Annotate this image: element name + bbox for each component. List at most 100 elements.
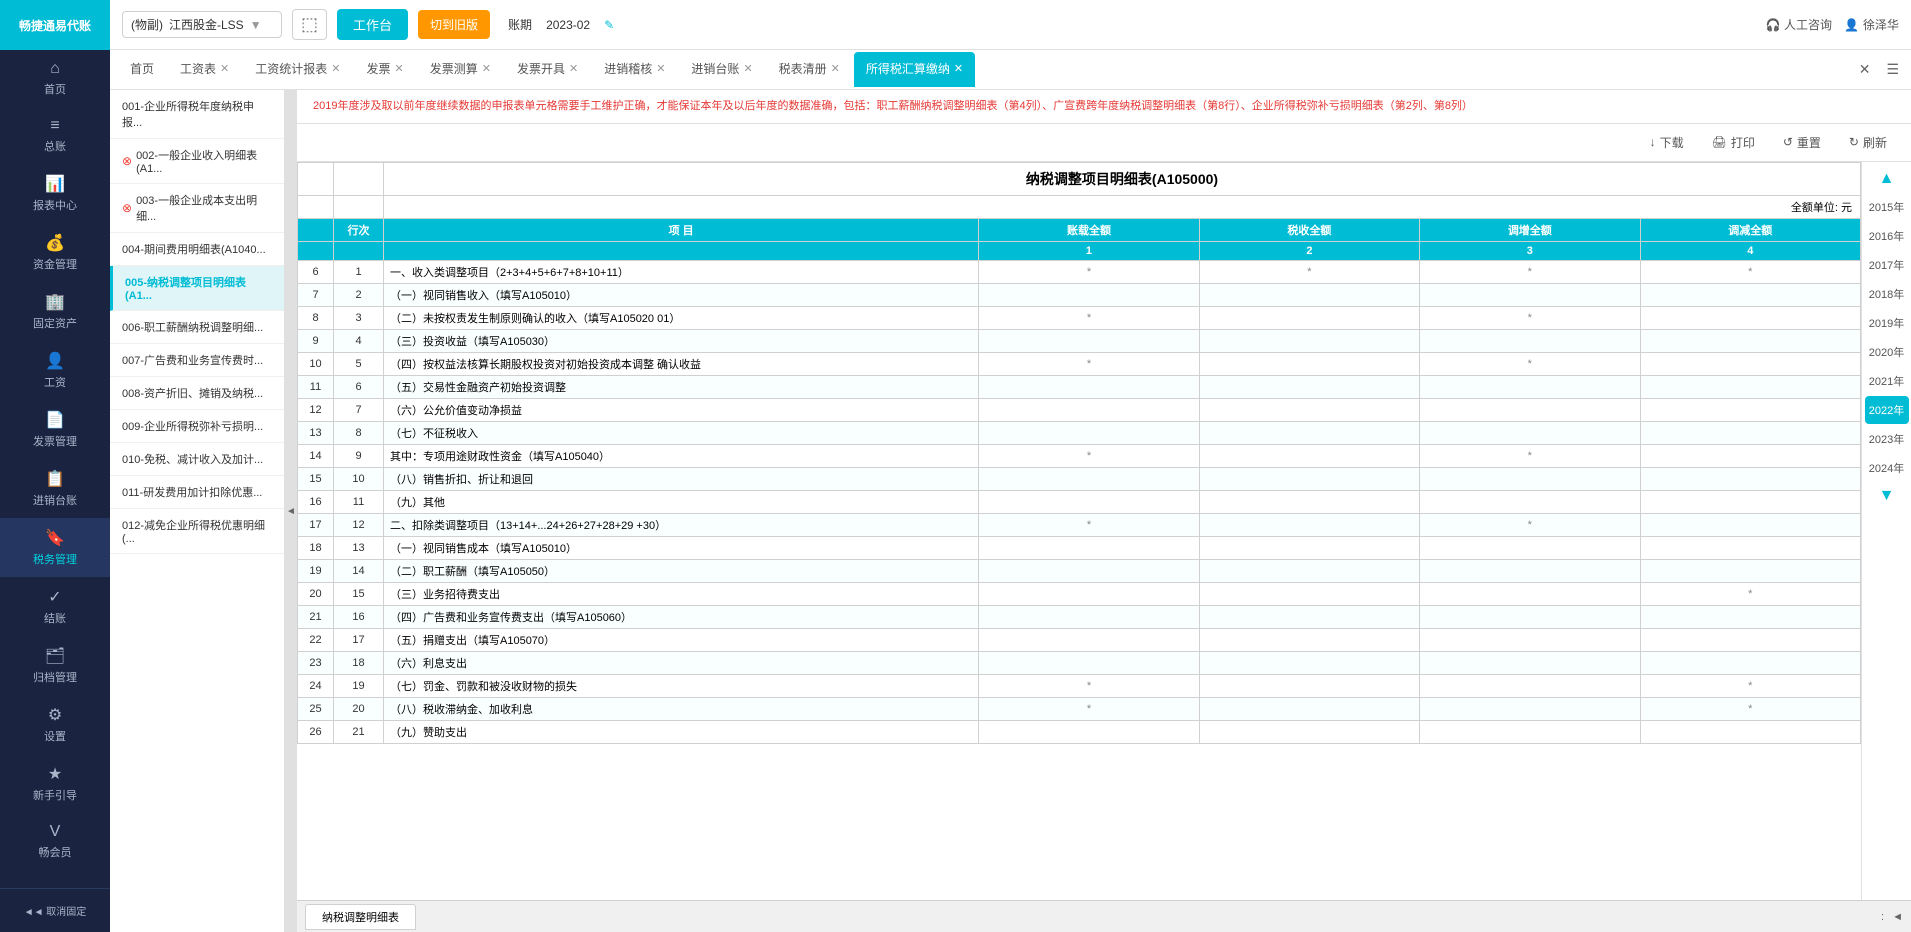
cell-f[interactable]: [1640, 375, 1860, 398]
cell-d[interactable]: [1199, 467, 1419, 490]
left-panel-item-002[interactable]: ⊗002-一般企业收入明细表(A1...: [110, 139, 284, 184]
sidebar-item-closing[interactable]: ✓结账: [0, 577, 110, 636]
sidebar-item-home[interactable]: ⌂首页: [0, 50, 110, 107]
cell-e[interactable]: [1420, 697, 1640, 720]
cell-b[interactable]: （二）职工薪酬（填写A105050）: [384, 559, 979, 582]
cell-f[interactable]: [1640, 352, 1860, 375]
reset-button[interactable]: ↺ 重置: [1775, 130, 1829, 155]
tab-close-income-tax[interactable]: ✕: [954, 62, 963, 75]
year-scroll-up[interactable]: ▲: [1875, 166, 1899, 192]
cell-f[interactable]: [1640, 720, 1860, 743]
cell-c[interactable]: [979, 536, 1199, 559]
year-scroll-down[interactable]: ▼: [1875, 483, 1899, 509]
cell-e[interactable]: [1420, 329, 1640, 352]
tab-close-invoice-open[interactable]: ✕: [569, 62, 578, 75]
cell-b[interactable]: （八）销售折扣、折让和退回: [384, 467, 979, 490]
cell-b[interactable]: 二、扣除类调整项目（13+14+...24+26+27+28+29 +30）: [384, 513, 979, 536]
cell-f[interactable]: [1640, 283, 1860, 306]
cell-c[interactable]: [979, 283, 1199, 306]
tab-tax-clear[interactable]: 税表清册✕: [767, 52, 852, 87]
tab-home[interactable]: 首页: [118, 52, 166, 87]
cell-d[interactable]: [1199, 329, 1419, 352]
year-item-2024[interactable]: 2024年: [1865, 454, 1909, 482]
cell-b[interactable]: （九）其他: [384, 490, 979, 513]
cell-e[interactable]: [1420, 674, 1640, 697]
cell-f[interactable]: [1640, 421, 1860, 444]
year-item-2018[interactable]: 2018年: [1865, 280, 1909, 308]
cell-b[interactable]: （四）按权益法核算长期股权投资对初始投资成本调整 确认收益: [384, 352, 979, 375]
cell-d[interactable]: [1199, 444, 1419, 467]
sidebar-item-fixed-assets[interactable]: 🏢固定资产: [0, 282, 110, 341]
cell-e[interactable]: *: [1420, 260, 1640, 283]
cell-f[interactable]: [1640, 536, 1860, 559]
bottom-arrow-icon[interactable]: ◄: [1892, 911, 1903, 923]
company-selector[interactable]: (物副) 江西股金-LSS ▼: [122, 11, 282, 38]
year-item-2015[interactable]: 2015年: [1865, 193, 1909, 221]
refresh-button[interactable]: ↻ 刷新: [1841, 130, 1895, 155]
cell-f[interactable]: *: [1640, 697, 1860, 720]
left-panel-item-010[interactable]: 010-免税、减计收入及加计...: [110, 443, 284, 476]
tab-close-tax-clear[interactable]: ✕: [831, 62, 840, 75]
cell-d[interactable]: [1199, 536, 1419, 559]
cell-c[interactable]: [979, 375, 1199, 398]
year-item-2023[interactable]: 2023年: [1865, 425, 1909, 453]
cell-b[interactable]: （一）视同销售收入（填写A105010）: [384, 283, 979, 306]
cell-b[interactable]: （七）罚金、罚款和被没收财物的损失: [384, 674, 979, 697]
cell-c[interactable]: [979, 421, 1199, 444]
cell-d[interactable]: [1199, 283, 1419, 306]
tab-inout-check[interactable]: 进销稽核✕: [592, 52, 677, 87]
cell-f[interactable]: [1640, 329, 1860, 352]
cell-f[interactable]: [1640, 513, 1860, 536]
cell-e[interactable]: *: [1420, 444, 1640, 467]
tab-invoice-open[interactable]: 发票开具✕: [505, 52, 590, 87]
cell-d[interactable]: [1199, 421, 1419, 444]
sidebar-item-invoice-mgmt[interactable]: 📄发票管理: [0, 400, 110, 459]
sidebar-item-invoice-ledger[interactable]: 📋进销台账: [0, 459, 110, 518]
tab-close-inout-ledger[interactable]: ✕: [743, 62, 752, 75]
cell-c[interactable]: *: [979, 513, 1199, 536]
left-panel-item-008[interactable]: 008-资产折旧、摊销及纳税...: [110, 377, 284, 410]
cell-b[interactable]: （三）投资收益（填写A105030）: [384, 329, 979, 352]
sidebar-item-new-guide[interactable]: ★新手引导: [0, 754, 110, 813]
cell-f[interactable]: [1640, 490, 1860, 513]
table-container[interactable]: 纳税调整项目明细表(A105000) 全额单位: 元 行次项 目账载全额税收全额…: [297, 162, 1861, 901]
year-item-2022[interactable]: 2022年: [1865, 396, 1909, 424]
cell-c[interactable]: *: [979, 352, 1199, 375]
cell-f[interactable]: [1640, 467, 1860, 490]
cell-c[interactable]: *: [979, 306, 1199, 329]
cell-e[interactable]: [1420, 559, 1640, 582]
sidebar-item-fund-mgmt[interactable]: 💰资金管理: [0, 223, 110, 282]
cell-b[interactable]: 其中：专项用途财政性资金（填写A105040）: [384, 444, 979, 467]
cell-d[interactable]: [1199, 375, 1419, 398]
cell-b[interactable]: （七）不征税收入: [384, 421, 979, 444]
cell-b[interactable]: （四）广告费和业务宣传费支出（填写A105060）: [384, 605, 979, 628]
left-panel-item-006[interactable]: 006-职工薪酬纳税调整明细...: [110, 311, 284, 344]
cell-c[interactable]: *: [979, 674, 1199, 697]
old-version-button[interactable]: 切到旧版: [418, 10, 490, 39]
cell-f[interactable]: [1640, 628, 1860, 651]
bottom-tab-item[interactable]: 纳税调整明细表: [305, 904, 416, 930]
panel-toggle[interactable]: ◄: [285, 90, 297, 932]
cell-d[interactable]: [1199, 582, 1419, 605]
cell-f[interactable]: *: [1640, 582, 1860, 605]
pin-button[interactable]: ◄◄ 取消固定: [0, 897, 110, 924]
cell-f[interactable]: [1640, 444, 1860, 467]
cell-d[interactable]: [1199, 306, 1419, 329]
left-panel-item-009[interactable]: 009-企业所得税弥补亏损明...: [110, 410, 284, 443]
tab-inout-ledger[interactable]: 进销台账✕: [679, 52, 764, 87]
tab-invoice-calc[interactable]: 发票测算✕: [418, 52, 503, 87]
cell-d[interactable]: [1199, 398, 1419, 421]
year-item-2021[interactable]: 2021年: [1865, 367, 1909, 395]
cell-b[interactable]: （九）赞助支出: [384, 720, 979, 743]
cell-d[interactable]: [1199, 697, 1419, 720]
cell-d[interactable]: [1199, 490, 1419, 513]
cell-e[interactable]: [1420, 628, 1640, 651]
cell-c[interactable]: [979, 559, 1199, 582]
close-all-tabs-icon[interactable]: ✕: [1855, 57, 1875, 82]
cell-b[interactable]: （八）税收滞纳金、加收利息: [384, 697, 979, 720]
cell-d[interactable]: [1199, 605, 1419, 628]
period-edit-icon[interactable]: ✎: [604, 18, 614, 32]
cell-b[interactable]: （六）利息支出: [384, 651, 979, 674]
cell-d[interactable]: [1199, 559, 1419, 582]
left-panel-item-001[interactable]: 001-企业所得税年度纳税申报...: [110, 90, 284, 139]
